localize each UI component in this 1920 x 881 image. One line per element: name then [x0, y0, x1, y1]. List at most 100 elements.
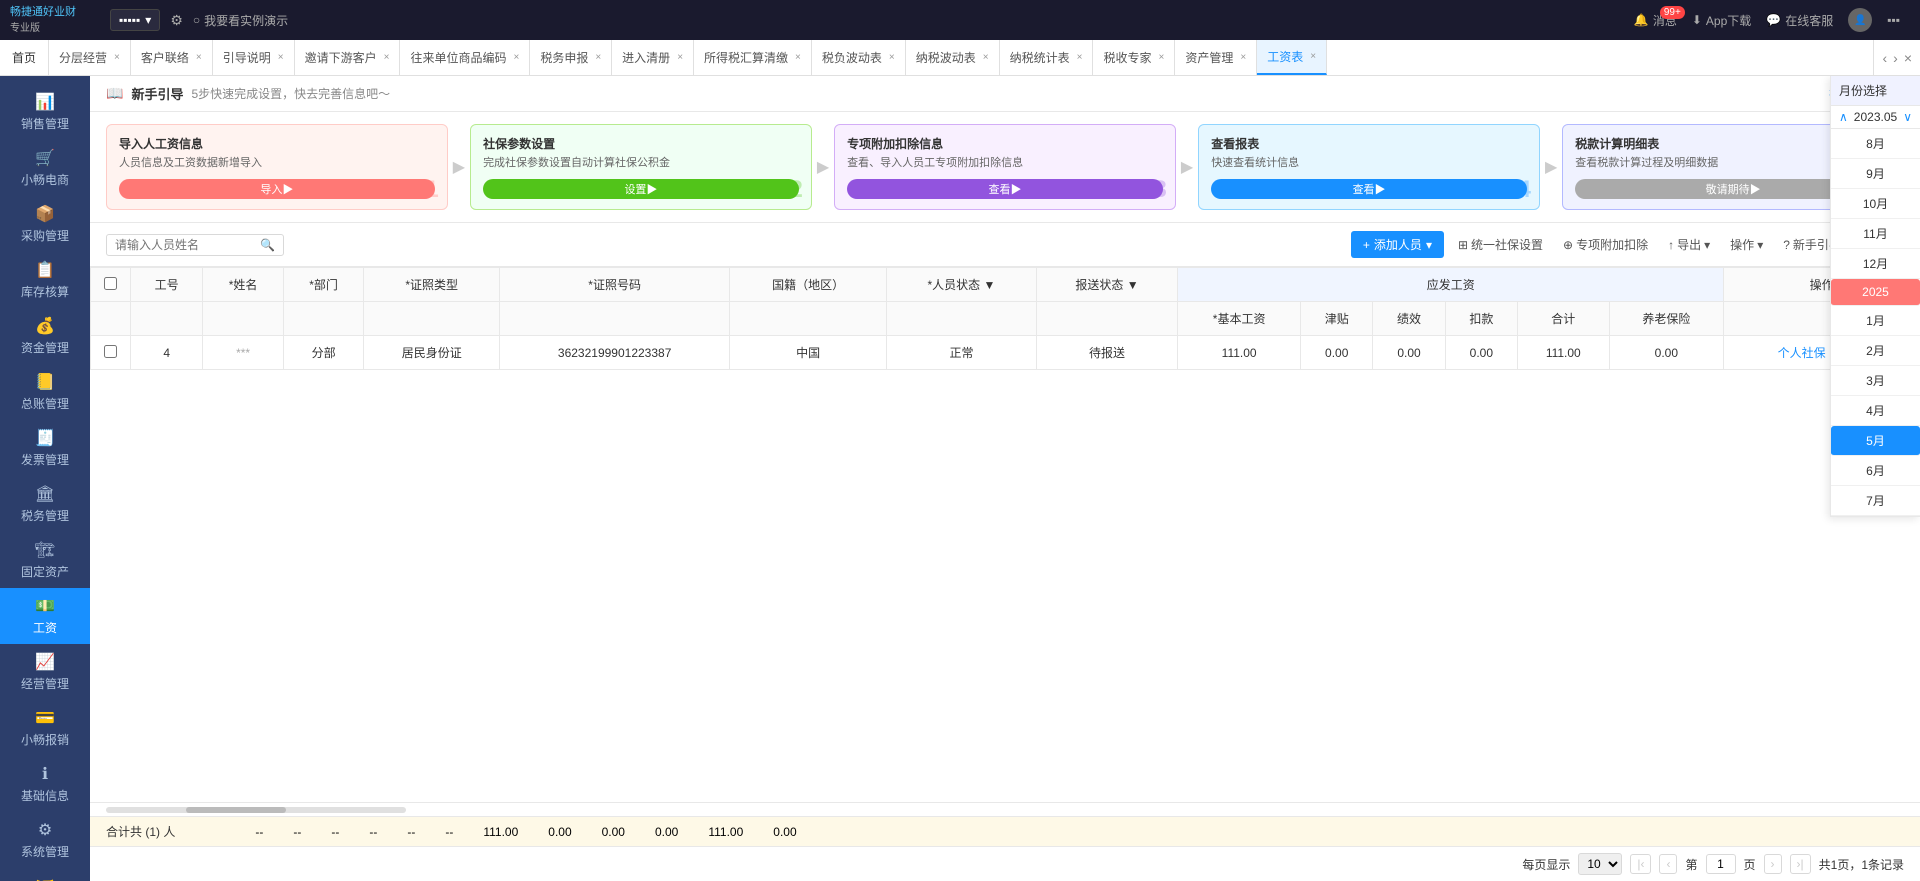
tab-close-all-button[interactable]: ×	[1904, 50, 1912, 66]
sidebar-label-basic: 基础信息	[21, 787, 69, 804]
tab-close-yaoqing[interactable]: ×	[384, 52, 390, 63]
month-item-8[interactable]: 8月	[1831, 129, 1920, 159]
scroll-thumb[interactable]	[186, 807, 286, 813]
sidebar-item-basic[interactable]: ℹ 基础信息	[0, 756, 90, 812]
tab-yaoqing[interactable]: 邀请下游客户×	[295, 40, 401, 75]
tab-shufu[interactable]: 税负波动表×	[812, 40, 906, 75]
month-item-12[interactable]: 12月	[1831, 249, 1920, 279]
month-item-11[interactable]: 11月	[1831, 219, 1920, 249]
per-page-select[interactable]: 10 20 50	[1578, 853, 1622, 875]
special-deduction-button[interactable]: ⊕ 专项附加扣除	[1557, 232, 1654, 257]
tab-shuiwu[interactable]: 税务申报×	[530, 40, 612, 75]
tab-close-shufu[interactable]: ×	[889, 52, 895, 63]
row-action-social[interactable]: 个人社保	[1778, 346, 1826, 360]
month-item-3[interactable]: 3月	[1831, 366, 1920, 396]
month-item-1[interactable]: 1月	[1831, 306, 1920, 336]
step-3-button[interactable]: 查看▶	[847, 179, 1163, 199]
year-prev-icon[interactable]: ∧	[1839, 110, 1848, 124]
tab-yindao[interactable]: 引导说明×	[213, 40, 295, 75]
sidebar-item-system[interactable]: ⚙ 系统管理	[0, 812, 90, 868]
search-icon[interactable]: 🔍	[260, 238, 275, 252]
sidebar-item-inventory[interactable]: 📋 库存核算	[0, 252, 90, 308]
tab-close-naji[interactable]: ×	[1077, 52, 1083, 63]
month-item-5[interactable]: 5月	[1831, 426, 1920, 456]
sidebar-item-tax[interactable]: 🏛 税务管理	[0, 476, 90, 532]
step-4-button[interactable]: 查看▶	[1211, 179, 1527, 199]
step-arrow-2: ▶	[812, 157, 834, 177]
tab-wanglai[interactable]: 往来单位商品编码×	[400, 40, 530, 75]
export-button[interactable]: ↑ 导出 ▾	[1662, 232, 1716, 257]
row-performance: 0.00	[1373, 336, 1445, 370]
add-person-button[interactable]: + 添加人员 ▾	[1351, 231, 1444, 258]
tab-close-wanglai[interactable]: ×	[513, 52, 519, 63]
operations-button[interactable]: 操作 ▾	[1724, 232, 1769, 257]
row-nationality: 中国	[730, 336, 887, 370]
sidebar-item-salary[interactable]: 💵 工资	[0, 588, 90, 644]
last-page-button[interactable]: ›|	[1790, 854, 1811, 874]
row-checkbox[interactable]	[104, 345, 117, 358]
tab-close-shuijian[interactable]: ×	[1158, 52, 1164, 63]
row-basic-salary: 111.00	[1178, 336, 1301, 370]
scroll-bar[interactable]	[106, 807, 406, 813]
notification-button[interactable]: 🔔 消息 99+	[1634, 12, 1677, 29]
month-item-4[interactable]: 4月	[1831, 396, 1920, 426]
tab-close-suode[interactable]: ×	[795, 52, 801, 63]
user-menu-icon[interactable]: ▪▪▪	[1887, 13, 1900, 27]
tab-close-jinru[interactable]: ×	[677, 52, 683, 63]
th-status: *人员状态 ▼	[887, 268, 1037, 302]
demo-link[interactable]: ○ 我要看实例演示	[193, 12, 288, 29]
sidebar-item-collab[interactable]: 🤝 企业协同	[0, 868, 90, 881]
next-page-button[interactable]: ›	[1764, 854, 1782, 874]
unified-setting-button[interactable]: ⊞ 统一社保设置	[1452, 232, 1549, 257]
tab-shuijian[interactable]: 税收专家×	[1093, 40, 1175, 75]
first-page-button[interactable]: |‹	[1630, 854, 1651, 874]
tab-kehu[interactable]: 客户联络×	[131, 40, 213, 75]
tab-close-naja[interactable]: ×	[983, 52, 989, 63]
tab-gongzi[interactable]: 工资表×	[1257, 40, 1327, 75]
sidebar-item-purchase[interactable]: 📦 采购管理	[0, 196, 90, 252]
app-download-button[interactable]: ⬇ App下载	[1692, 12, 1751, 29]
tab-close-zichan[interactable]: ×	[1240, 52, 1246, 63]
tab-close-gongzi[interactable]: ×	[1310, 51, 1316, 62]
tab-naja[interactable]: 纳税波动表×	[906, 40, 1000, 75]
tab-close-fengjing[interactable]: ×	[114, 52, 120, 63]
tab-close-kehu[interactable]: ×	[196, 52, 202, 63]
month-item-10[interactable]: 10月	[1831, 189, 1920, 219]
online-service-button[interactable]: 💬 在线客服	[1766, 12, 1833, 29]
table-wrap: 工号 *姓名 *部门 *证照类型 *证照号码 国籍（地区） *人员状态 ▼ 报送…	[90, 267, 1920, 802]
tab-suode[interactable]: 所得税汇算清缴×	[694, 40, 812, 75]
tab-naji[interactable]: 纳税统计表×	[1000, 40, 1094, 75]
user-selector[interactable]: ▪▪▪▪▪ ▾	[110, 9, 160, 31]
tab-next-button[interactable]: ›	[1893, 50, 1898, 66]
logo-text: 畅捷通好业财 专业版	[10, 6, 76, 34]
month-item-2[interactable]: 2月	[1831, 336, 1920, 366]
tab-prev-button[interactable]: ‹	[1882, 50, 1887, 66]
sidebar-item-assets[interactable]: 🏗 固定资产	[0, 532, 90, 588]
tab-close-shuiwu[interactable]: ×	[595, 52, 601, 63]
sidebar-item-management[interactable]: 📈 经营管理	[0, 644, 90, 700]
avatar[interactable]: 👤	[1848, 8, 1872, 32]
step-2-button[interactable]: 设置▶	[483, 179, 799, 199]
search-input[interactable]	[115, 238, 255, 252]
month-item-9[interactable]: 9月	[1831, 159, 1920, 189]
tab-jinru[interactable]: 进入清册×	[612, 40, 694, 75]
tab-close-yindao[interactable]: ×	[278, 52, 284, 63]
sidebar-item-ledger[interactable]: 📒 总账管理	[0, 364, 90, 420]
page-number-input[interactable]	[1706, 854, 1736, 874]
tab-zichan[interactable]: 资产管理×	[1175, 40, 1257, 75]
sidebar-item-invoice[interactable]: 🧾 发票管理	[0, 420, 90, 476]
gear-icon[interactable]: ⚙	[170, 12, 183, 29]
prev-page-button[interactable]: ‹	[1659, 854, 1677, 874]
month-item-year-2025[interactable]: 2025	[1831, 279, 1920, 306]
month-item-6[interactable]: 6月	[1831, 456, 1920, 486]
sidebar-item-sales[interactable]: 📊 销售管理	[0, 84, 90, 140]
sidebar-item-finance[interactable]: 💰 资金管理	[0, 308, 90, 364]
sidebar-item-ecommerce[interactable]: 🛒 小畅电商	[0, 140, 90, 196]
select-all-checkbox[interactable]	[104, 277, 117, 290]
tab-home[interactable]: 首页	[0, 40, 49, 75]
step-1-button[interactable]: 导入▶	[119, 179, 435, 199]
sidebar-item-expense[interactable]: 💳 小畅报销	[0, 700, 90, 756]
year-next-icon[interactable]: ∨	[1903, 110, 1912, 124]
tab-fengjing[interactable]: 分层经营×	[49, 40, 131, 75]
month-item-7[interactable]: 7月	[1831, 486, 1920, 516]
